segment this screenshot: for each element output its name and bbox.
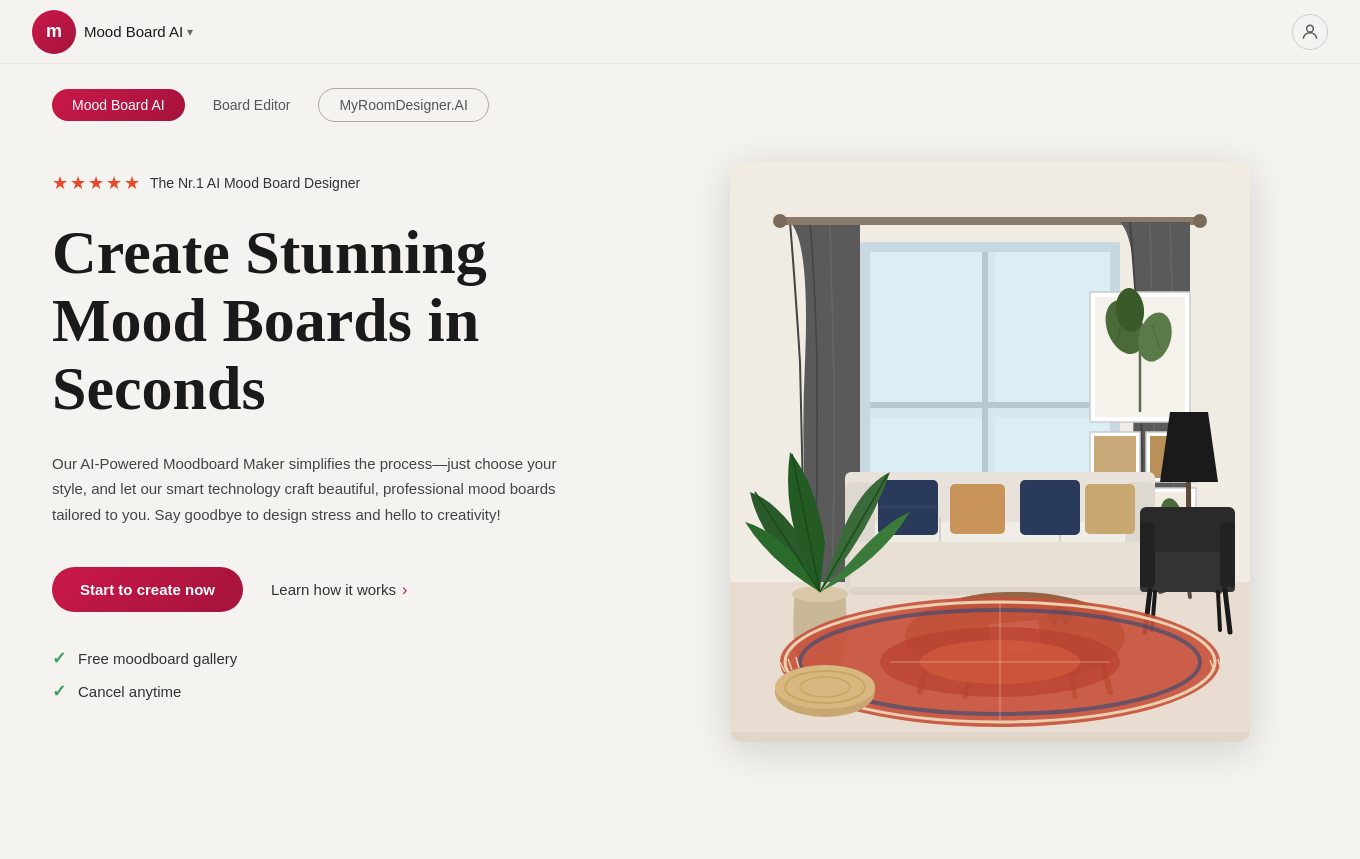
svg-point-13 bbox=[1193, 214, 1207, 228]
start-create-button[interactable]: Start to create now bbox=[52, 567, 243, 612]
svg-rect-47 bbox=[1020, 480, 1080, 535]
svg-rect-67 bbox=[1140, 522, 1155, 587]
hero-heading-line3: Seconds bbox=[52, 354, 266, 422]
star-4: ★ bbox=[106, 172, 122, 194]
arrow-right-icon: › bbox=[402, 581, 407, 599]
feature-item-gallery: ✓ Free moodboard gallery bbox=[52, 648, 632, 669]
star-2: ★ bbox=[70, 172, 86, 194]
left-column: ★ ★ ★ ★ ★ The Nr.1 AI Mood Board Designe… bbox=[52, 162, 632, 702]
check-icon-cancel: ✓ bbox=[52, 681, 66, 702]
hero-heading: Create Stunning Mood Boards in Seconds bbox=[52, 218, 632, 423]
star-1: ★ bbox=[52, 172, 68, 194]
feature-label-cancel: Cancel anytime bbox=[78, 683, 181, 700]
cta-row: Start to create now Learn how it works › bbox=[52, 567, 632, 612]
svg-rect-68 bbox=[1220, 522, 1235, 587]
svg-line-72 bbox=[1218, 592, 1220, 630]
room-image bbox=[730, 162, 1250, 742]
hero-description: Our AI-Powered Moodboard Maker simplifie… bbox=[52, 451, 572, 528]
star-rating: ★ ★ ★ ★ ★ bbox=[52, 172, 140, 194]
svg-rect-10 bbox=[870, 402, 1110, 408]
check-icon-gallery: ✓ bbox=[52, 648, 66, 669]
svg-rect-5 bbox=[870, 252, 985, 407]
navbar: m Mood Board AI ▾ bbox=[0, 0, 1360, 64]
hero-heading-line2: Mood Boards in bbox=[52, 286, 479, 354]
learn-how-label: Learn how it works bbox=[271, 581, 396, 598]
right-column bbox=[672, 162, 1308, 742]
svg-point-12 bbox=[773, 214, 787, 228]
nav-brand-text: Mood Board AI bbox=[84, 23, 183, 40]
features-list: ✓ Free moodboard gallery ✓ Cancel anytim… bbox=[52, 648, 632, 702]
svg-rect-89 bbox=[730, 732, 1250, 742]
logo-icon[interactable]: m bbox=[32, 10, 76, 54]
star-5: ★ bbox=[124, 172, 140, 194]
nav-brand[interactable]: Mood Board AI ▾ bbox=[84, 23, 193, 40]
svg-rect-48 bbox=[1085, 484, 1135, 534]
svg-rect-23 bbox=[1094, 436, 1136, 478]
chevron-down-icon: ▾ bbox=[187, 25, 193, 39]
feature-item-cancel: ✓ Cancel anytime bbox=[52, 681, 632, 702]
feature-label-gallery: Free moodboard gallery bbox=[78, 650, 237, 667]
tabs-container: Mood Board AI Board Editor MyRoomDesigne… bbox=[0, 64, 1360, 122]
user-account-button[interactable] bbox=[1292, 14, 1328, 50]
rating-label: The Nr.1 AI Mood Board Designer bbox=[150, 175, 360, 191]
svg-point-0 bbox=[1307, 25, 1314, 32]
svg-rect-43 bbox=[850, 542, 1150, 592]
svg-rect-46 bbox=[950, 484, 1005, 534]
learn-how-button[interactable]: Learn how it works › bbox=[271, 581, 407, 599]
navbar-left: m Mood Board AI ▾ bbox=[32, 10, 193, 54]
tab-mood-board-ai[interactable]: Mood Board AI bbox=[52, 89, 185, 121]
rating-row: ★ ★ ★ ★ ★ The Nr.1 AI Mood Board Designe… bbox=[52, 172, 632, 194]
main-content: ★ ★ ★ ★ ★ The Nr.1 AI Mood Board Designe… bbox=[0, 122, 1360, 837]
star-3: ★ bbox=[88, 172, 104, 194]
tab-my-room-designer[interactable]: MyRoomDesigner.AI bbox=[318, 88, 488, 122]
hero-heading-line1: Create Stunning bbox=[52, 218, 487, 286]
tab-board-editor[interactable]: Board Editor bbox=[193, 89, 311, 121]
